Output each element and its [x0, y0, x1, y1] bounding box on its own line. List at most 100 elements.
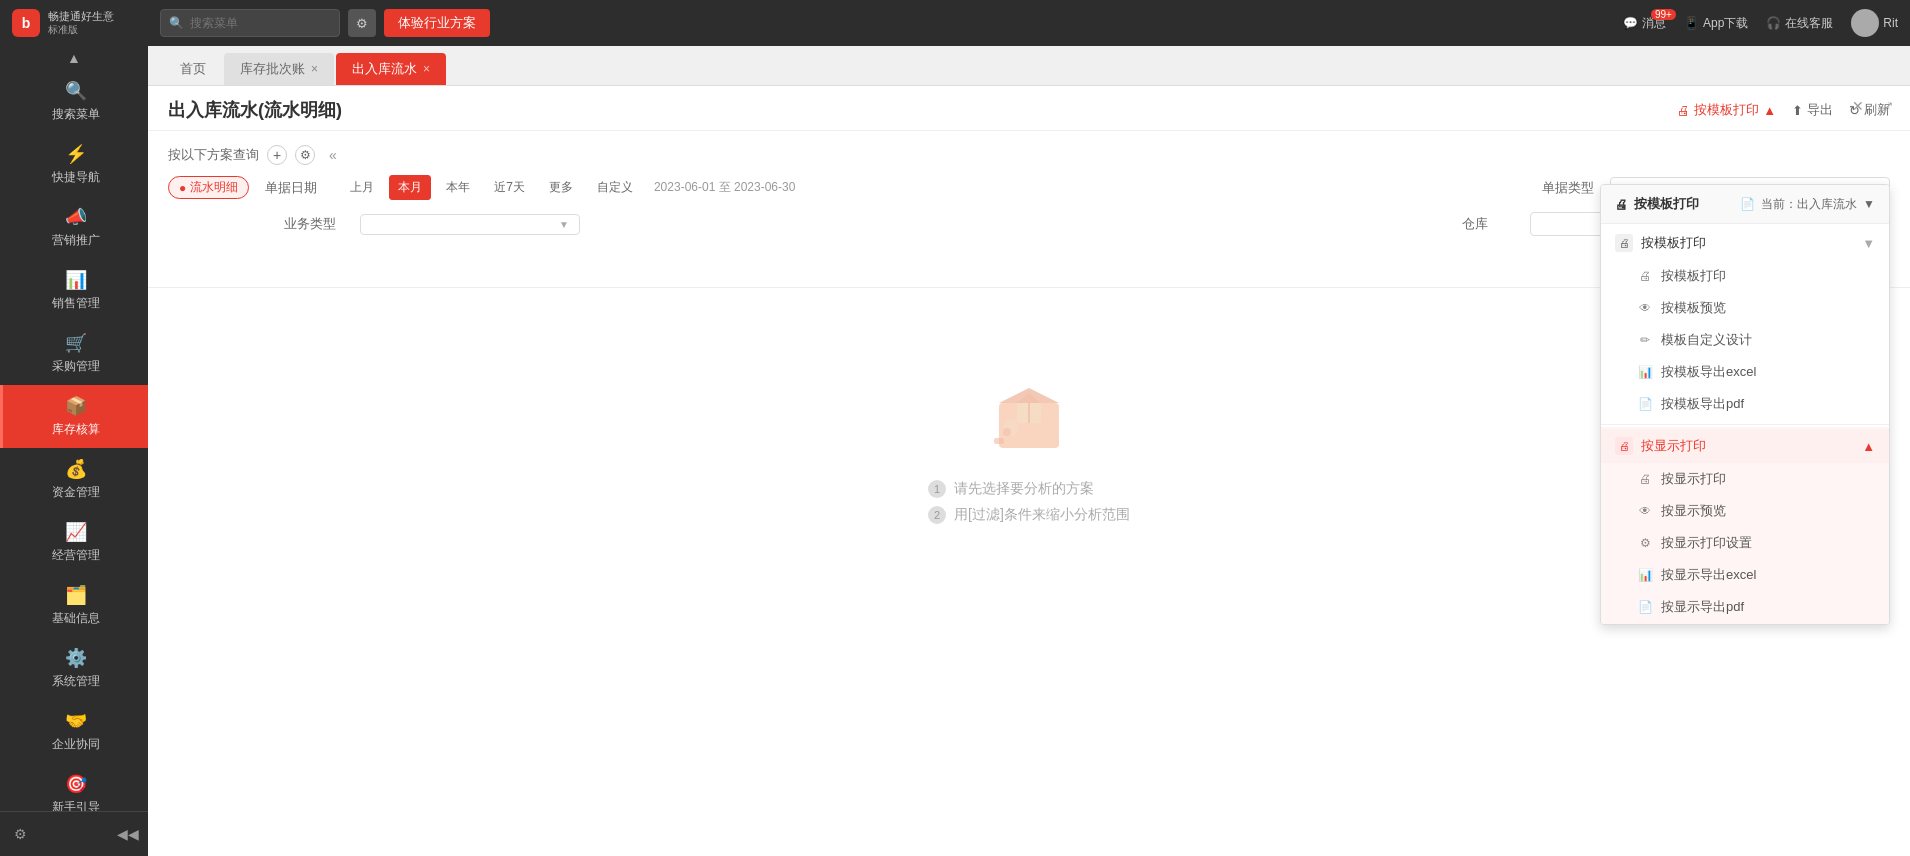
- expand-page-btn[interactable]: ⤢: [1876, 94, 1900, 118]
- step-1-num: 1: [928, 480, 946, 498]
- app-download-btn[interactable]: 📱 App下载: [1684, 15, 1748, 32]
- sidebar-items: 🔍 搜索菜单 ⚡ 快捷导航 📣 营销推广 📊 销售管理 🛒 采购管理 📦 库存核…: [0, 70, 148, 811]
- tab-batch-account[interactable]: 库存批次账 ×: [224, 53, 334, 85]
- template-section-icon: 🖨: [1615, 234, 1633, 252]
- sidebar-item-enterprise[interactable]: 🤝 企业协同: [0, 700, 148, 763]
- page-content: 出入库流水(流水明细) 🖨 按模板打印 ▲ ⬆ 导出 ↻ 刷新: [148, 86, 1910, 856]
- header-search: 🔍 ⚙ 体验行业方案: [160, 9, 1623, 37]
- purchase-icon: 🛒: [65, 332, 87, 354]
- display-section-label: 按显示打印: [1641, 437, 1706, 455]
- settings-icon[interactable]: ⚙: [348, 9, 376, 37]
- business-type-label: 业务类型: [284, 215, 344, 233]
- tab-bar: 首页 库存批次账 × 出入库流水 ×: [148, 46, 1910, 86]
- user-avatar[interactable]: Rit: [1851, 9, 1898, 37]
- sidebar-item-finance[interactable]: 💰 资金管理: [0, 448, 148, 511]
- close-page-btn[interactable]: ✕: [1846, 94, 1870, 118]
- template-custom-icon: ✏: [1637, 332, 1653, 348]
- search-box[interactable]: 🔍: [160, 9, 340, 37]
- export-btn[interactable]: ⬆ 导出: [1792, 101, 1833, 119]
- filter-collapse-left-btn[interactable]: «: [323, 145, 343, 165]
- page-corner: ✕ ⤢: [1846, 94, 1900, 118]
- template-print-icon: 🖨: [1637, 268, 1653, 284]
- logo-icon: b: [12, 9, 40, 37]
- display-print-item[interactable]: 🖨 按显示打印: [1601, 463, 1889, 495]
- template-preview-item[interactable]: 👁 按模板预览: [1601, 292, 1889, 324]
- dropdown-header: 🖨 按模板打印 📄 当前：出入库流水 ▼: [1601, 185, 1889, 224]
- date-custom[interactable]: 自定义: [588, 175, 642, 200]
- top-header: b 畅捷通好生意 标准版 🔍 ⚙ 体验行业方案 💬 消息 99+ 📱 App下载…: [0, 0, 1910, 46]
- page-title: 出入库流水(流水明细): [168, 98, 342, 122]
- enterprise-label: 企业协同: [52, 736, 100, 753]
- enterprise-icon: 🤝: [65, 710, 87, 732]
- display-print-settings-item[interactable]: ⚙ 按显示打印设置: [1601, 527, 1889, 559]
- display-pdf-item[interactable]: 📄 按显示导出pdf: [1601, 591, 1889, 623]
- template-section-header[interactable]: 🖨 按模板打印 ▼: [1601, 226, 1889, 260]
- sidebar-collapse-btn[interactable]: ◀◀: [116, 822, 140, 846]
- filter-title-text: 按以下方案查询: [168, 146, 259, 164]
- template-pdf-item[interactable]: 📄 按模板导出pdf: [1601, 388, 1889, 420]
- template-custom-item[interactable]: ✏ 模板自定义设计: [1601, 324, 1889, 356]
- sidebar-item-system[interactable]: ⚙️ 系统管理: [0, 637, 148, 700]
- search-input[interactable]: [190, 16, 310, 30]
- search-icon: 🔍: [169, 16, 184, 30]
- content-area: 首页 库存批次账 × 出入库流水 × 出入库流水(流水明细) 🖨 按模板打印: [148, 46, 1910, 856]
- operations-icon: 📈: [65, 521, 87, 543]
- template-print-item[interactable]: 🖨 按模板打印: [1601, 260, 1889, 292]
- tab-flow-detail[interactable]: 出入库流水 ×: [336, 53, 446, 85]
- message-badge: 99+: [1651, 9, 1676, 20]
- sidebar-item-guide[interactable]: 🎯 新手引导: [0, 763, 148, 811]
- industry-btn[interactable]: 体验行业方案: [384, 9, 490, 37]
- message-btn[interactable]: 💬 消息 99+: [1623, 15, 1666, 32]
- sidebar-item-search-menu[interactable]: 🔍 搜索菜单: [0, 70, 148, 133]
- active-filter-tag[interactable]: ● 流水明细: [168, 176, 249, 199]
- date-current-month[interactable]: 本月: [389, 175, 431, 200]
- sidebar-item-purchase[interactable]: 🛒 采购管理: [0, 322, 148, 385]
- template-excel-item[interactable]: 📊 按模板导出excel: [1601, 356, 1889, 388]
- search-menu-icon: 🔍: [65, 80, 87, 102]
- sidebar-item-basic-info[interactable]: 🗂️ 基础信息: [0, 574, 148, 637]
- svg-point-6: [1003, 428, 1011, 436]
- date-last-month[interactable]: 上月: [341, 175, 383, 200]
- sidebar-item-sales[interactable]: 📊 销售管理: [0, 259, 148, 322]
- display-print-icon: 🖨: [1637, 471, 1653, 487]
- filter-settings-btn[interactable]: ⚙: [295, 145, 315, 165]
- filter-add-btn[interactable]: +: [267, 145, 287, 165]
- sidebar-item-quick-nav[interactable]: ⚡ 快捷导航: [0, 133, 148, 196]
- tab-flow-detail-close[interactable]: ×: [423, 62, 430, 76]
- template-section-label: 按模板打印: [1641, 234, 1706, 252]
- sidebar-item-marketing[interactable]: 📣 营销推广: [0, 196, 148, 259]
- sidebar: ▲ 🔍 搜索菜单 ⚡ 快捷导航 📣 营销推广 📊 销售管理 🛒 采购管理 📦 库…: [0, 46, 148, 856]
- guide-icon: 🎯: [65, 773, 87, 795]
- date-label: 单据日期: [265, 179, 325, 197]
- date-more[interactable]: 更多: [540, 175, 582, 200]
- sidebar-scroll: ▲ 🔍 搜索菜单 ⚡ 快捷导航 📣 营销推广 📊 销售管理 🛒 采购管理 📦 库…: [0, 46, 148, 811]
- display-section-header[interactable]: 🖨 按显示打印 ▲: [1601, 429, 1889, 463]
- sidebar-item-inventory[interactable]: 📦 库存核算: [0, 385, 148, 448]
- date-current-year[interactable]: 本年: [437, 175, 479, 200]
- display-excel-item[interactable]: 📊 按显示导出excel: [1601, 559, 1889, 591]
- empty-illustration: [979, 368, 1079, 468]
- empty-step-1: 1 请先选择要分析的方案: [928, 480, 1130, 498]
- tab-batch-account-close[interactable]: ×: [311, 62, 318, 76]
- print-header-icon: 🖨: [1615, 197, 1628, 212]
- tab-home[interactable]: 首页: [164, 53, 222, 85]
- sidebar-settings-btn[interactable]: ⚙: [8, 822, 32, 846]
- basic-info-label: 基础信息: [52, 610, 100, 627]
- inventory-label: 库存核算: [52, 421, 100, 438]
- template-preview-icon: 👁: [1637, 300, 1653, 316]
- dropdown-title: 🖨 按模板打印: [1615, 195, 1699, 213]
- quick-nav-icon: ⚡: [65, 143, 87, 165]
- sidebar-item-operations[interactable]: 📈 经营管理: [0, 511, 148, 574]
- display-preview-item[interactable]: 👁 按显示预览: [1601, 495, 1889, 527]
- scroll-up-arrow[interactable]: ▲: [0, 46, 148, 70]
- display-preview-icon: 👁: [1637, 503, 1653, 519]
- display-settings-icon: ⚙: [1637, 535, 1653, 551]
- online-service-btn[interactable]: 🎧 在线客服: [1766, 15, 1833, 32]
- print-template-btn[interactable]: 🖨 按模板打印 ▲: [1677, 101, 1776, 119]
- date-last-7-days[interactable]: 近7天: [485, 175, 534, 200]
- marketing-icon: 📣: [65, 206, 87, 228]
- filter-tag-icon: ●: [179, 181, 186, 195]
- system-label: 系统管理: [52, 673, 100, 690]
- business-type-select[interactable]: ▼: [360, 214, 580, 235]
- dropdown-divider: [1601, 424, 1889, 425]
